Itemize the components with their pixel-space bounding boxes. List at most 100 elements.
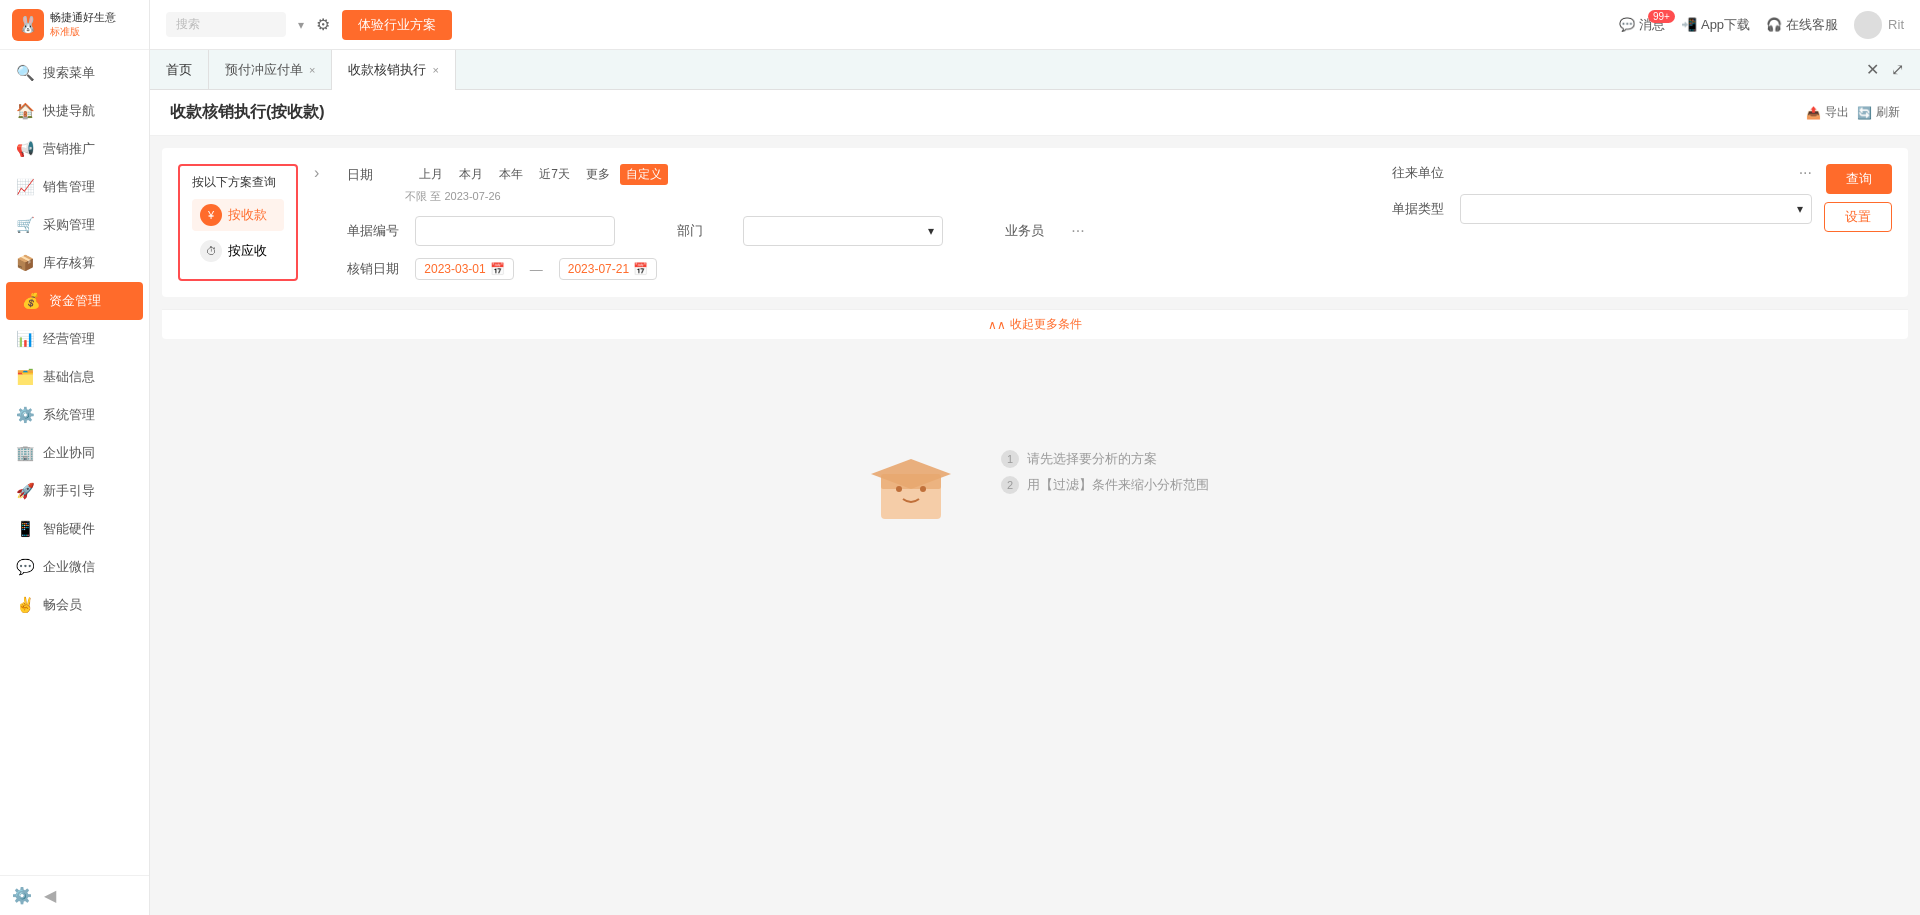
voucher-type-label: 单据类型 <box>1392 200 1444 218</box>
sidebar: 🐰 畅捷通好生意 标准版 🔍 搜索菜单 🏠 快捷导航 📢 营销推广 📈 销售管理… <box>0 0 150 915</box>
sidebar-item-enterprise-label: 企业协同 <box>43 444 95 462</box>
dept-chevron-icon: ▾ <box>928 224 934 238</box>
date-custom-badge[interactable]: 自定义 <box>620 164 668 185</box>
query-type-by-receipt[interactable]: ¥ 按收款 <box>192 199 284 231</box>
empty-hint-1: 1 请先选择要分析的方案 <box>1001 450 1209 468</box>
app-download-icon: 📲 <box>1681 17 1697 32</box>
sidebar-item-inventory-label: 库存核算 <box>43 254 95 272</box>
date-this-year[interactable]: 本年 <box>493 164 529 185</box>
hexiao-start-value: 2023-03-01 <box>424 262 485 276</box>
sidebar-item-finance-label: 资金管理 <box>49 292 101 310</box>
close-tab-btn[interactable]: ✕ <box>1866 60 1879 79</box>
message-icon: 💬 <box>1619 17 1635 32</box>
date-quick-btns: 上月 本月 本年 近7天 更多 自定义 <box>413 164 668 185</box>
date-7days[interactable]: 近7天 <box>533 164 576 185</box>
svg-point-4 <box>920 486 926 492</box>
filter-right-col: 往来单位 ··· 单据类型 ▾ <box>1392 164 1812 236</box>
system-icon: ⚙️ <box>16 406 35 424</box>
sidebar-item-inventory[interactable]: 📦 库存核算 <box>0 244 149 282</box>
content-area: 收款核销执行(按收款) 📤 导出 🔄 刷新 按以下方案查询 ¥ 按收款 <box>150 90 1920 915</box>
enterprise-icon: 🏢 <box>16 444 35 462</box>
voucher-type-row: 单据类型 ▾ <box>1392 194 1812 224</box>
sidebar-item-quicknav[interactable]: 🏠 快捷导航 <box>0 92 149 130</box>
sidebar-item-wecom[interactable]: 💬 企业微信 <box>0 548 149 586</box>
search-icon: 🔍 <box>16 64 35 82</box>
settings-btn[interactable]: 设置 <box>1824 202 1892 232</box>
basic-icon: 🗂️ <box>16 368 35 386</box>
sidebar-item-operations[interactable]: 📊 经营管理 <box>0 320 149 358</box>
date-hint: 不限 至 2023-07-26 <box>405 189 500 204</box>
sidebar-item-member-label: 畅会员 <box>43 596 82 614</box>
voucher-no-label: 单据编号 <box>347 222 399 240</box>
filter-left-col: 日期 上月 本月 本年 近7天 更多 自定义 不限 至 2023-0 <box>347 164 1380 280</box>
query-type-box: 按以下方案查询 ¥ 按收款 ⏱ 按应收 <box>178 164 298 281</box>
member-icon: ✌️ <box>16 596 35 614</box>
service-label: 在线客服 <box>1786 16 1838 34</box>
date-last-month[interactable]: 上月 <box>413 164 449 185</box>
hexiao-date-end[interactable]: 2023-07-21 📅 <box>559 258 657 280</box>
sidebar-item-enterprise[interactable]: 🏢 企业协同 <box>0 434 149 472</box>
salesperson-dots[interactable]: ··· <box>1071 222 1084 240</box>
empty-hint-2: 2 用【过滤】条件来缩小分析范围 <box>1001 476 1209 494</box>
date-more[interactable]: 更多 <box>580 164 616 185</box>
hexiao-date-start[interactable]: 2023-03-01 📅 <box>415 258 513 280</box>
inventory-icon: 📦 <box>16 254 35 272</box>
sidebar-item-basic-label: 基础信息 <box>43 368 95 386</box>
refresh-btn[interactable]: 🔄 刷新 <box>1857 104 1900 121</box>
sidebar-menu: 🔍 搜索菜单 🏠 快捷导航 📢 营销推广 📈 销售管理 🛒 采购管理 📦 库存核… <box>0 50 149 875</box>
tab-prepay[interactable]: 预付冲应付单 × <box>209 50 332 90</box>
export-icon: 📤 <box>1806 106 1821 120</box>
voucher-no-input[interactable] <box>415 216 615 246</box>
dept-select[interactable]: ▾ <box>743 216 943 246</box>
date-label: 日期 <box>347 166 397 184</box>
collapse-sidebar-icon[interactable]: ◀ <box>44 886 56 905</box>
header-dropdown-arrow[interactable]: ▾ <box>298 18 304 32</box>
sidebar-item-basic[interactable]: 🗂️ 基础信息 <box>0 358 149 396</box>
collapse-more-btn[interactable]: ∧∧ 收起更多条件 <box>988 316 1082 333</box>
tab-receipt-writeoff-close[interactable]: × <box>432 64 438 76</box>
sidebar-item-member[interactable]: ✌️ 畅会员 <box>0 586 149 624</box>
user-avatar-area[interactable]: Rit <box>1854 11 1904 39</box>
date-this-month[interactable]: 本月 <box>453 164 489 185</box>
sidebar-item-search[interactable]: 🔍 搜索菜单 <box>0 54 149 92</box>
header-search-box[interactable]: 搜索 <box>166 12 286 37</box>
filter-actions: 查询 设置 <box>1824 164 1892 232</box>
empty-illustration <box>861 419 961 532</box>
query-btn[interactable]: 查询 <box>1826 164 1892 194</box>
sidebar-item-purchase[interactable]: 🛒 采购管理 <box>0 206 149 244</box>
dept-label: 部门 <box>677 222 727 240</box>
voucher-type-select[interactable]: ▾ <box>1460 194 1812 224</box>
settings-bottom-icon[interactable]: ⚙️ <box>12 886 32 905</box>
sidebar-item-hardware[interactable]: 📱 智能硬件 <box>0 510 149 548</box>
online-service-btn[interactable]: 🎧 在线客服 <box>1766 16 1838 34</box>
industry-btn[interactable]: 体验行业方案 <box>342 10 452 40</box>
export-btn[interactable]: 📤 导出 <box>1806 104 1849 121</box>
collapse-more-row: ∧∧ 收起更多条件 <box>162 309 1908 339</box>
sidebar-item-system[interactable]: ⚙️ 系统管理 <box>0 396 149 434</box>
operations-icon: 📊 <box>16 330 35 348</box>
message-badge[interactable]: 💬 消息 99+ <box>1619 16 1665 34</box>
message-count: 99+ <box>1648 10 1675 23</box>
counterparty-dots[interactable]: ··· <box>1799 164 1812 182</box>
header-gear-icon[interactable]: ⚙ <box>316 15 330 34</box>
tab-home[interactable]: 首页 <box>150 50 209 90</box>
sidebar-item-wecom-label: 企业微信 <box>43 558 95 576</box>
collapse-query-type-btn[interactable]: › <box>310 164 323 281</box>
query-type-by-receivable[interactable]: ⏱ 按应收 <box>192 235 284 267</box>
sidebar-item-marketing[interactable]: 📢 营销推广 <box>0 130 149 168</box>
empty-state: 1 请先选择要分析的方案 2 用【过滤】条件来缩小分析范围 <box>150 339 1920 612</box>
refresh-icon: 🔄 <box>1857 106 1872 120</box>
app-download-label: App下载 <box>1701 16 1750 34</box>
hardware-icon: 📱 <box>16 520 35 538</box>
app-download-btn[interactable]: 📲 App下载 <box>1681 16 1750 34</box>
maximize-tab-btn[interactable]: ⤢ <box>1891 60 1904 79</box>
sidebar-item-sales[interactable]: 📈 销售管理 <box>0 168 149 206</box>
sidebar-item-sales-label: 销售管理 <box>43 178 95 196</box>
tab-receipt-writeoff[interactable]: 收款核销执行 × <box>332 50 455 90</box>
hexiao-end-value: 2023-07-21 <box>568 262 629 276</box>
tab-prepay-close[interactable]: × <box>309 64 315 76</box>
svg-rect-2 <box>881 474 941 489</box>
sidebar-item-quicknav-label: 快捷导航 <box>43 102 95 120</box>
sidebar-item-guide[interactable]: 🚀 新手引导 <box>0 472 149 510</box>
sidebar-item-finance[interactable]: 💰 资金管理 <box>6 282 143 320</box>
